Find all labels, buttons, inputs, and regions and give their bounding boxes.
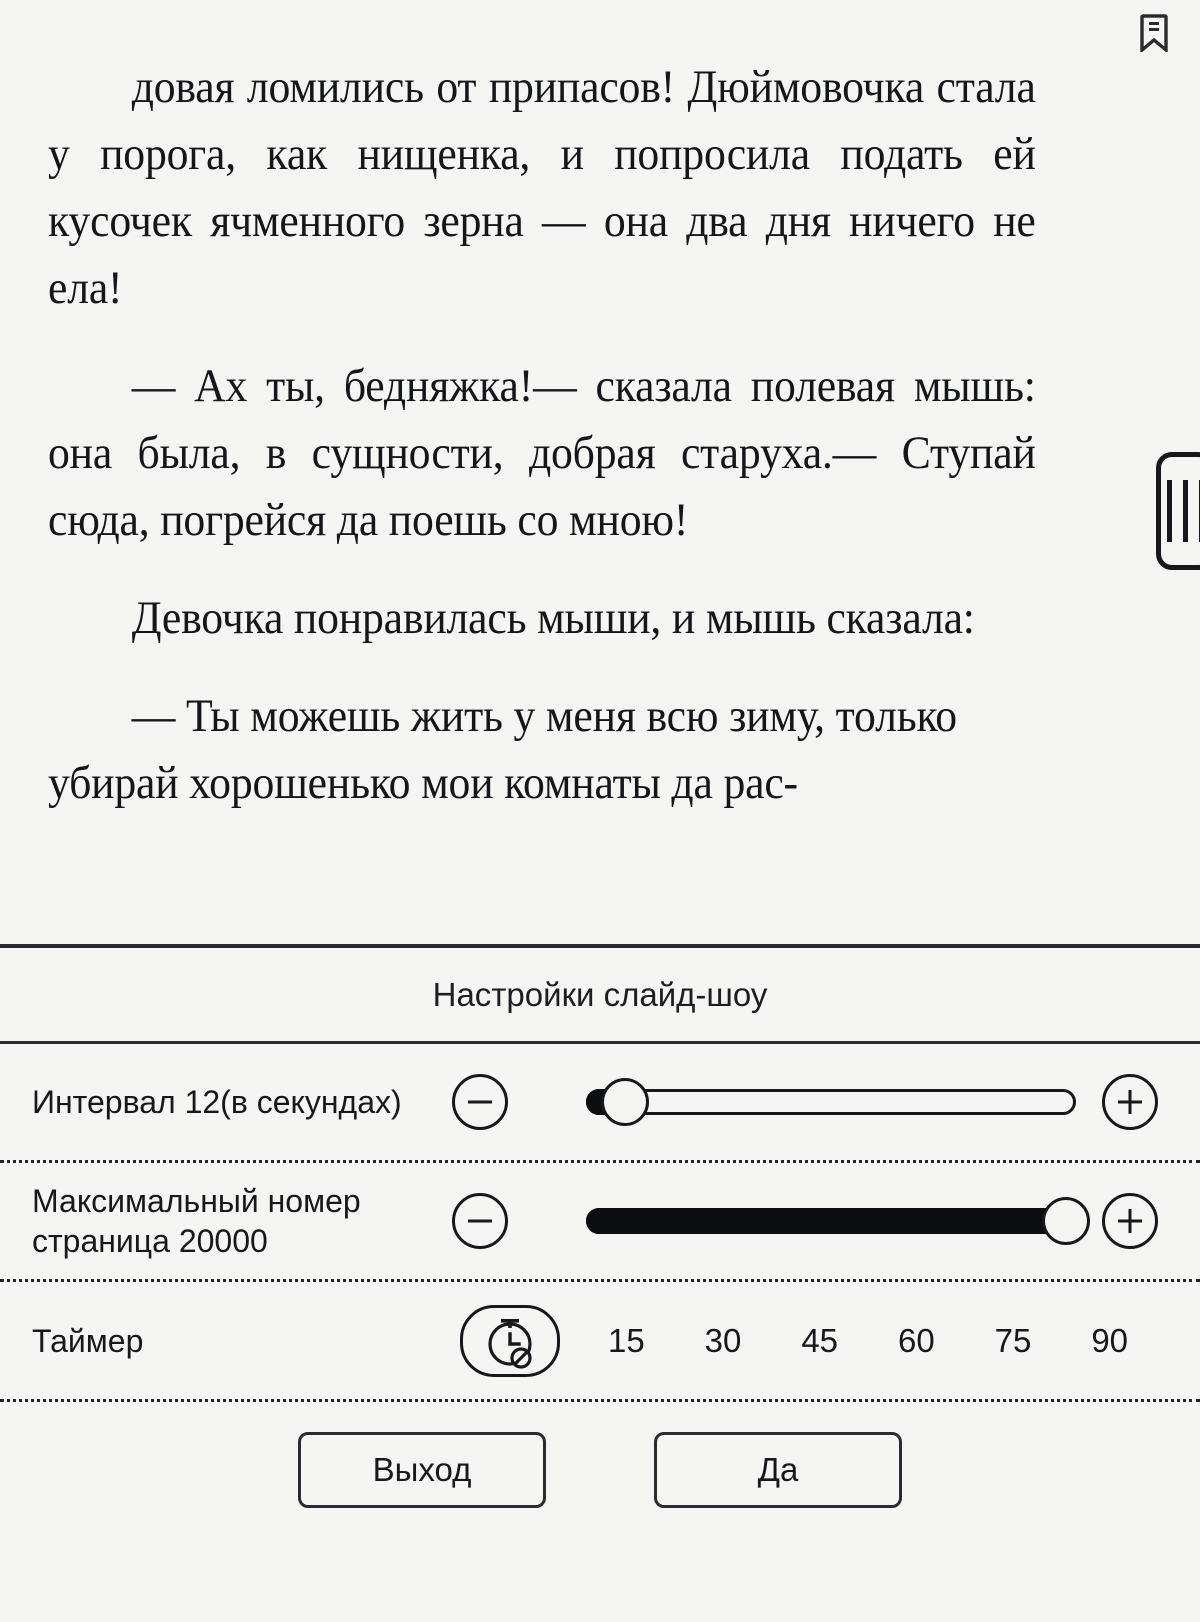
- timer-option-15[interactable]: 15: [578, 1322, 675, 1360]
- timer-options: 15 30 45 60 75 90: [578, 1322, 1200, 1360]
- setting-row-max-page: Максимальный номер страница 20000: [0, 1163, 1200, 1282]
- interval-slider-track[interactable]: [586, 1089, 1076, 1115]
- setting-row-interval: Интервал 12(в секундах): [0, 1044, 1200, 1163]
- book-text-body: довая ломились от припасов! Дюймовочка с…: [48, 54, 1036, 817]
- book-paragraph: — Ты можешь жить у меня всю зиму, только…: [48, 690, 957, 809]
- exit-button[interactable]: Выход: [298, 1431, 546, 1508]
- setting-label-timer: Таймер: [32, 1322, 144, 1359]
- slideshow-settings-panel: Настройки слайд-шоу Интервал 12(в секунд…: [0, 944, 1200, 1622]
- handle-bar: [1166, 480, 1172, 542]
- timer-option-60[interactable]: 60: [868, 1322, 965, 1360]
- setting-row-timer: Таймер 15 30 45 60 75 90: [0, 1282, 1200, 1402]
- timer-option-45[interactable]: 45: [771, 1322, 868, 1360]
- interval-slider[interactable]: [586, 1074, 1076, 1130]
- book-paragraph: — Ах ты, бедняжка!— сказала полевая мышь…: [48, 360, 1036, 546]
- panel-title: Настройки слайд-шоу: [0, 948, 1200, 1044]
- timer-option-90[interactable]: 90: [1061, 1322, 1158, 1360]
- interval-increase-button[interactable]: [1102, 1074, 1158, 1130]
- max-page-slider[interactable]: [586, 1193, 1091, 1249]
- reader-page[interactable]: довая ломились от припасов! Дюймовочка с…: [0, 0, 1200, 944]
- panel-actions: Выход Да: [0, 1402, 1200, 1537]
- max-page-slider-fill: [586, 1208, 1067, 1234]
- max-page-decrease-button[interactable]: [452, 1193, 508, 1249]
- interval-slider-knob[interactable]: [601, 1078, 650, 1126]
- max-page-slider-knob[interactable]: [1042, 1197, 1091, 1245]
- setting-label-interval: Интервал 12(в секундах): [32, 1084, 402, 1120]
- timer-off-icon[interactable]: [460, 1304, 560, 1377]
- setting-label-max-page: Максимальный номер страница 20000: [32, 1183, 361, 1259]
- handle-bar: [1182, 480, 1188, 542]
- interval-decrease-button[interactable]: [452, 1074, 508, 1130]
- max-page-increase-button[interactable]: [1102, 1193, 1158, 1249]
- drag-handle-icon[interactable]: [1156, 452, 1200, 570]
- confirm-button[interactable]: Да: [654, 1431, 902, 1508]
- bookmark-icon[interactable]: [1140, 14, 1168, 54]
- e-reader-screen: довая ломились от припасов! Дюймовочка с…: [0, 0, 1200, 1622]
- timer-option-30[interactable]: 30: [675, 1322, 772, 1360]
- book-paragraph: довая ломились от припасов! Дюймовочка с…: [48, 61, 1036, 314]
- timer-option-75[interactable]: 75: [965, 1322, 1062, 1360]
- book-paragraph: Девочка понравилась мыши, и мышь сказала…: [131, 592, 975, 644]
